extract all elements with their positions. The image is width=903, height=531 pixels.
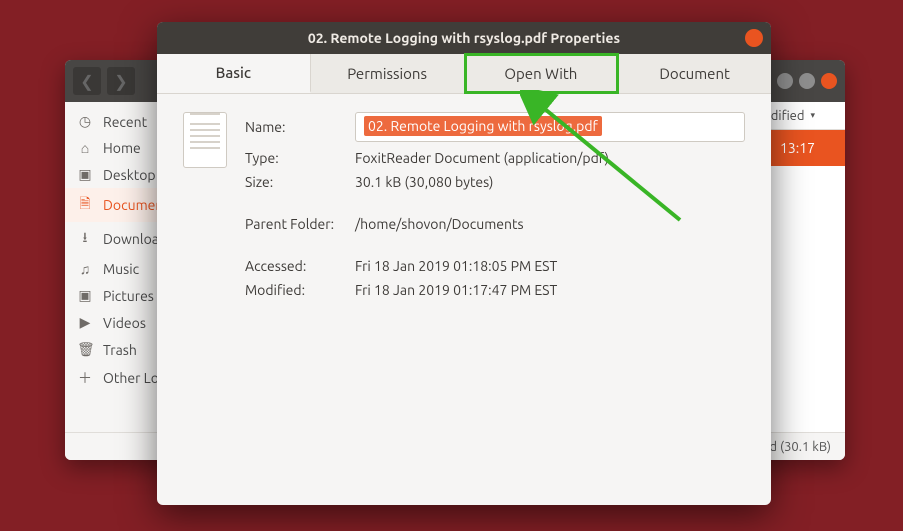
sidebar-item-label: Desktop [103, 167, 156, 183]
maximize-icon[interactable] [799, 73, 815, 89]
nav-back-button[interactable]: ❮ [73, 67, 101, 95]
window-controls [777, 73, 837, 89]
value-type: FoxitReader Document (application/pdf) [355, 150, 745, 166]
value-size: 30.1 kB (30,080 bytes) [355, 174, 745, 190]
window-close-icon[interactable] [821, 73, 837, 89]
documents-icon: 🗎 [77, 193, 93, 217]
dialog-titlebar: 02. Remote Logging with rsyslog.pdf Prop… [157, 22, 771, 54]
value-parent: /home/shovon/Documents [355, 216, 745, 232]
tab-document[interactable]: Document [618, 54, 771, 93]
sidebar-item-label: Trash [103, 342, 137, 358]
sort-indicator-icon: ▾ [810, 110, 815, 121]
value-modified: Fri 18 Jan 2019 01:17:47 PM EST [355, 282, 745, 298]
label-type: Type: [245, 150, 355, 166]
value-accessed: Fri 18 Jan 2019 01:18:05 PM EST [355, 258, 745, 274]
tab-open-with[interactable]: Open With [465, 54, 619, 93]
label-parent: Parent Folder: [245, 216, 355, 232]
label-modified: Modified: [245, 282, 355, 298]
properties-dialog: 02. Remote Logging with rsyslog.pdf Prop… [157, 22, 771, 505]
label-accessed: Accessed: [245, 258, 355, 274]
tab-bar: BasicPermissionsOpen WithDocument [157, 54, 771, 94]
dialog-close-icon[interactable] [745, 29, 763, 47]
minimize-icon[interactable] [777, 73, 793, 89]
name-input[interactable]: 02. Remote Logging with rsyslog.pdf [355, 112, 745, 142]
other locations-icon: ＋ [77, 368, 93, 388]
dialog-title: 02. Remote Logging with rsyslog.pdf Prop… [308, 30, 620, 46]
sidebar-item-label: Videos [103, 315, 146, 331]
tab-basic[interactable]: Basic [157, 54, 311, 93]
sidebar-item-label: Home [103, 140, 141, 156]
recent-icon: ◷ [77, 113, 93, 130]
label-size: Size: [245, 174, 355, 190]
sidebar-item-label: Pictures [103, 288, 154, 304]
sidebar-item-label: Music [103, 261, 139, 277]
downloads-icon: ⭳ [77, 227, 93, 251]
sidebar-item-label: Recent [103, 114, 147, 130]
pictures-icon: ▣ [77, 287, 93, 304]
file-modified-time: 13:17 [780, 140, 815, 156]
label-name: Name: [245, 119, 355, 135]
property-fields: Name: 02. Remote Logging with rsyslog.pd… [245, 112, 745, 298]
music-icon: ♫ [77, 261, 93, 277]
nav-forward-button[interactable]: ❯ [107, 67, 135, 95]
file-thumbnail-icon [183, 112, 227, 168]
name-value: 02. Remote Logging with rsyslog.pdf [364, 116, 602, 136]
tab-permissions[interactable]: Permissions [311, 54, 465, 93]
trash-icon: 🗑 [77, 341, 93, 358]
desktop-icon: ▣ [77, 166, 93, 183]
videos-icon: ▶ [77, 314, 93, 331]
dialog-body: Name: 02. Remote Logging with rsyslog.pd… [157, 94, 771, 316]
home-icon: ⌂ [77, 140, 93, 156]
